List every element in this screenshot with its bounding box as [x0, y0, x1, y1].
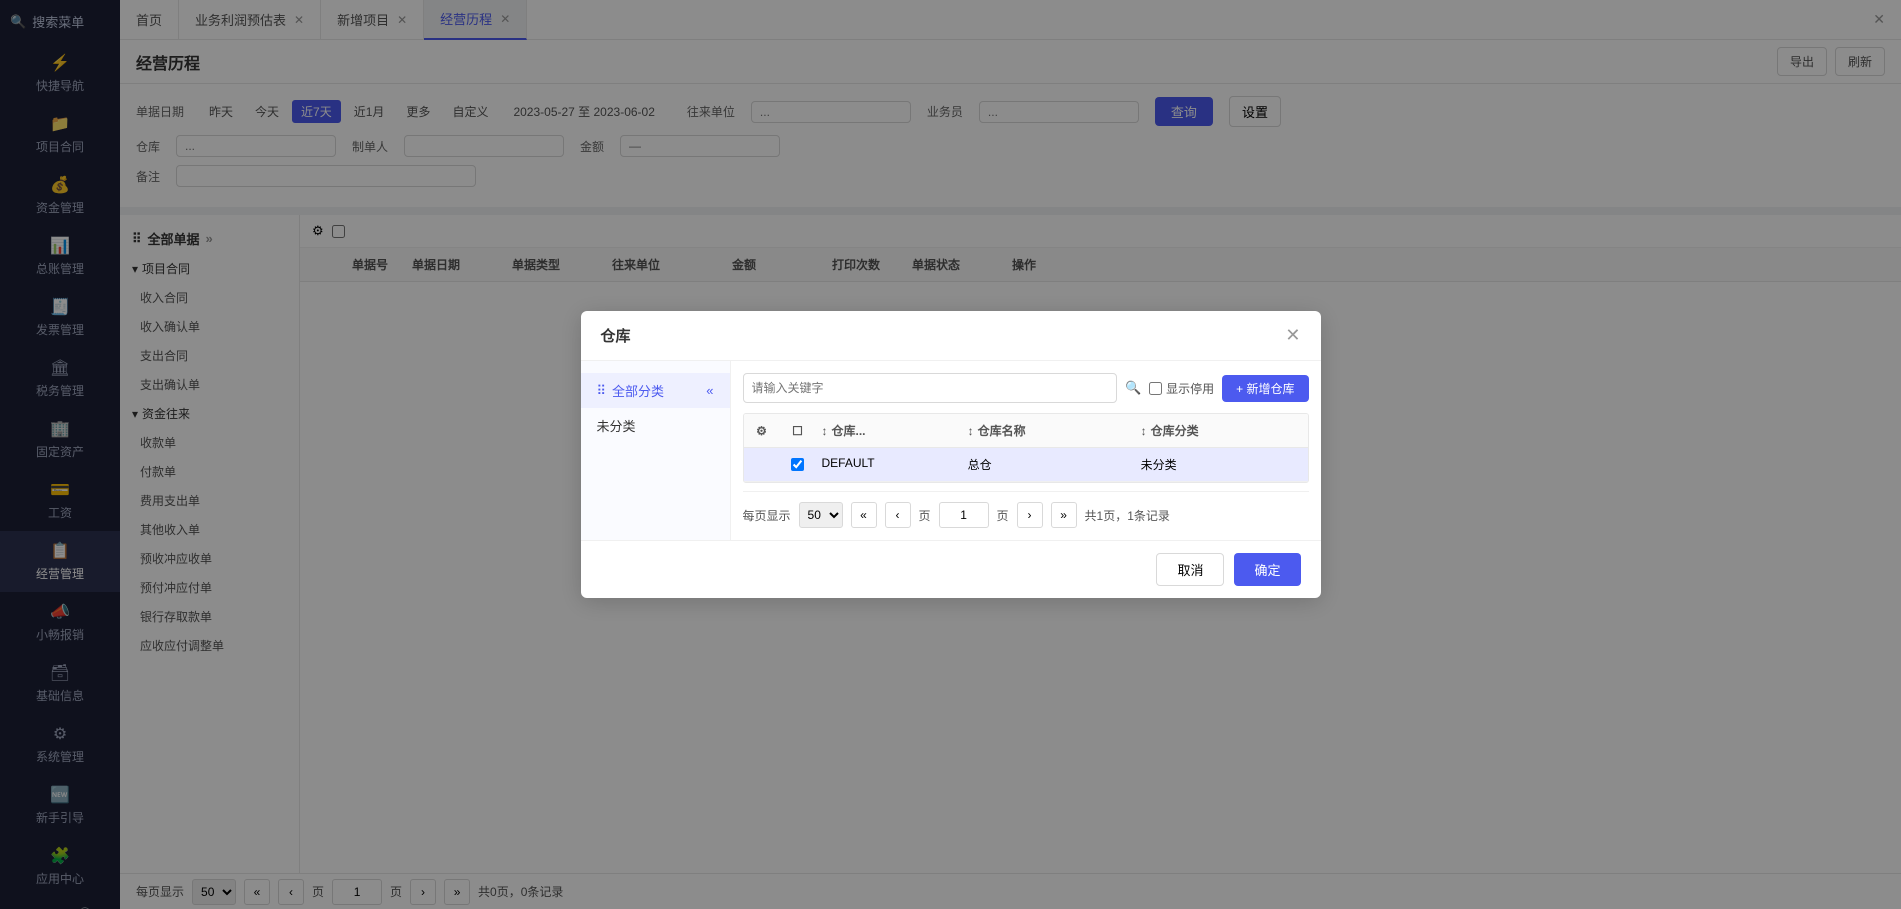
modal-pagination: 每页显示 50 « ‹ 页 页 › » 共1页，1条记录	[743, 491, 1309, 528]
modal-search-bar: 🔍 显示停用 + 新增仓库	[743, 373, 1309, 403]
col-code-header: ↕ 仓库...	[816, 414, 962, 447]
modal-table-header: ⚙ ☐ ↕ 仓库... ↕ 仓库名称 ↕ 仓库分类	[744, 414, 1308, 448]
modal-category-all[interactable]: ⠿ 全部分类 «	[581, 373, 730, 408]
add-warehouse-button[interactable]: + 新增仓库	[1222, 375, 1308, 402]
modal-title: 仓库	[601, 325, 631, 346]
col-check: ☐	[780, 414, 816, 447]
modal-overlay: 仓库 ✕ ⠿ 全部分类 « 未分类 🔍	[0, 0, 1901, 909]
search-icon[interactable]: 🔍	[1125, 380, 1141, 396]
col-cat-header: ↕ 仓库分类	[1135, 414, 1308, 447]
modal-left-panel: ⠿ 全部分类 « 未分类	[581, 361, 731, 540]
sort-icon: ↕	[968, 424, 974, 438]
modal-table: ⚙ ☐ ↕ 仓库... ↕ 仓库名称 ↕ 仓库分类	[743, 413, 1309, 483]
col-gear: ⚙	[744, 414, 780, 447]
category-label: 未分类	[597, 416, 636, 435]
modal-category-uncat[interactable]: 未分类	[581, 408, 730, 443]
sort-icon: ↕	[1141, 424, 1147, 438]
modal-page-label: 页	[919, 507, 931, 524]
modal-body: ⠿ 全部分类 « 未分类 🔍 显示停用 + 新增仓	[581, 361, 1321, 540]
table-row[interactable]: DEFAULT 总仓 未分类	[744, 448, 1308, 482]
modal-action-footer: 取消 确定	[581, 540, 1321, 598]
modal-search-input[interactable]	[743, 373, 1117, 403]
modal-total-info: 共1页，1条记录	[1085, 507, 1170, 524]
modal-page-input[interactable]	[939, 502, 989, 528]
sort-icon: ↕	[822, 424, 828, 438]
modal-next-page-button[interactable]: ›	[1017, 502, 1043, 528]
row-checkbox[interactable]	[780, 448, 816, 481]
row-gear	[744, 448, 780, 481]
show-disabled-checkbox-label: 显示停用	[1149, 380, 1214, 397]
modal-close-button[interactable]: ✕	[1285, 325, 1300, 346]
row-select-checkbox[interactable]	[791, 458, 804, 471]
show-disabled-checkbox[interactable]	[1149, 382, 1162, 395]
modal-page-unit: 页	[997, 507, 1009, 524]
collapse-panel-button[interactable]: «	[706, 383, 713, 398]
show-disabled-label: 显示停用	[1166, 380, 1214, 397]
modal-first-page-button[interactable]: «	[851, 502, 877, 528]
modal-page-size-select[interactable]: 50	[799, 502, 843, 528]
modal-header: 仓库 ✕	[581, 311, 1321, 361]
modal-prev-page-button[interactable]: ‹	[885, 502, 911, 528]
modal-cancel-button[interactable]: 取消	[1156, 553, 1224, 586]
warehouse-modal: 仓库 ✕ ⠿ 全部分类 « 未分类 🔍	[581, 311, 1321, 598]
modal-last-page-button[interactable]: »	[1051, 502, 1077, 528]
col-name-header: ↕ 仓库名称	[962, 414, 1135, 447]
modal-confirm-button[interactable]: 确定	[1234, 553, 1300, 586]
row-name: 总仓	[962, 448, 1135, 481]
grid-icon: ⠿	[597, 383, 607, 399]
modal-per-page-label: 每页显示	[743, 507, 791, 524]
modal-right-panel: 🔍 显示停用 + 新增仓库 ⚙ ☐ ↕ 仓库...	[731, 361, 1321, 540]
category-label: 全部分类	[612, 381, 664, 400]
row-category: 未分类	[1135, 448, 1308, 481]
row-code: DEFAULT	[816, 448, 962, 481]
